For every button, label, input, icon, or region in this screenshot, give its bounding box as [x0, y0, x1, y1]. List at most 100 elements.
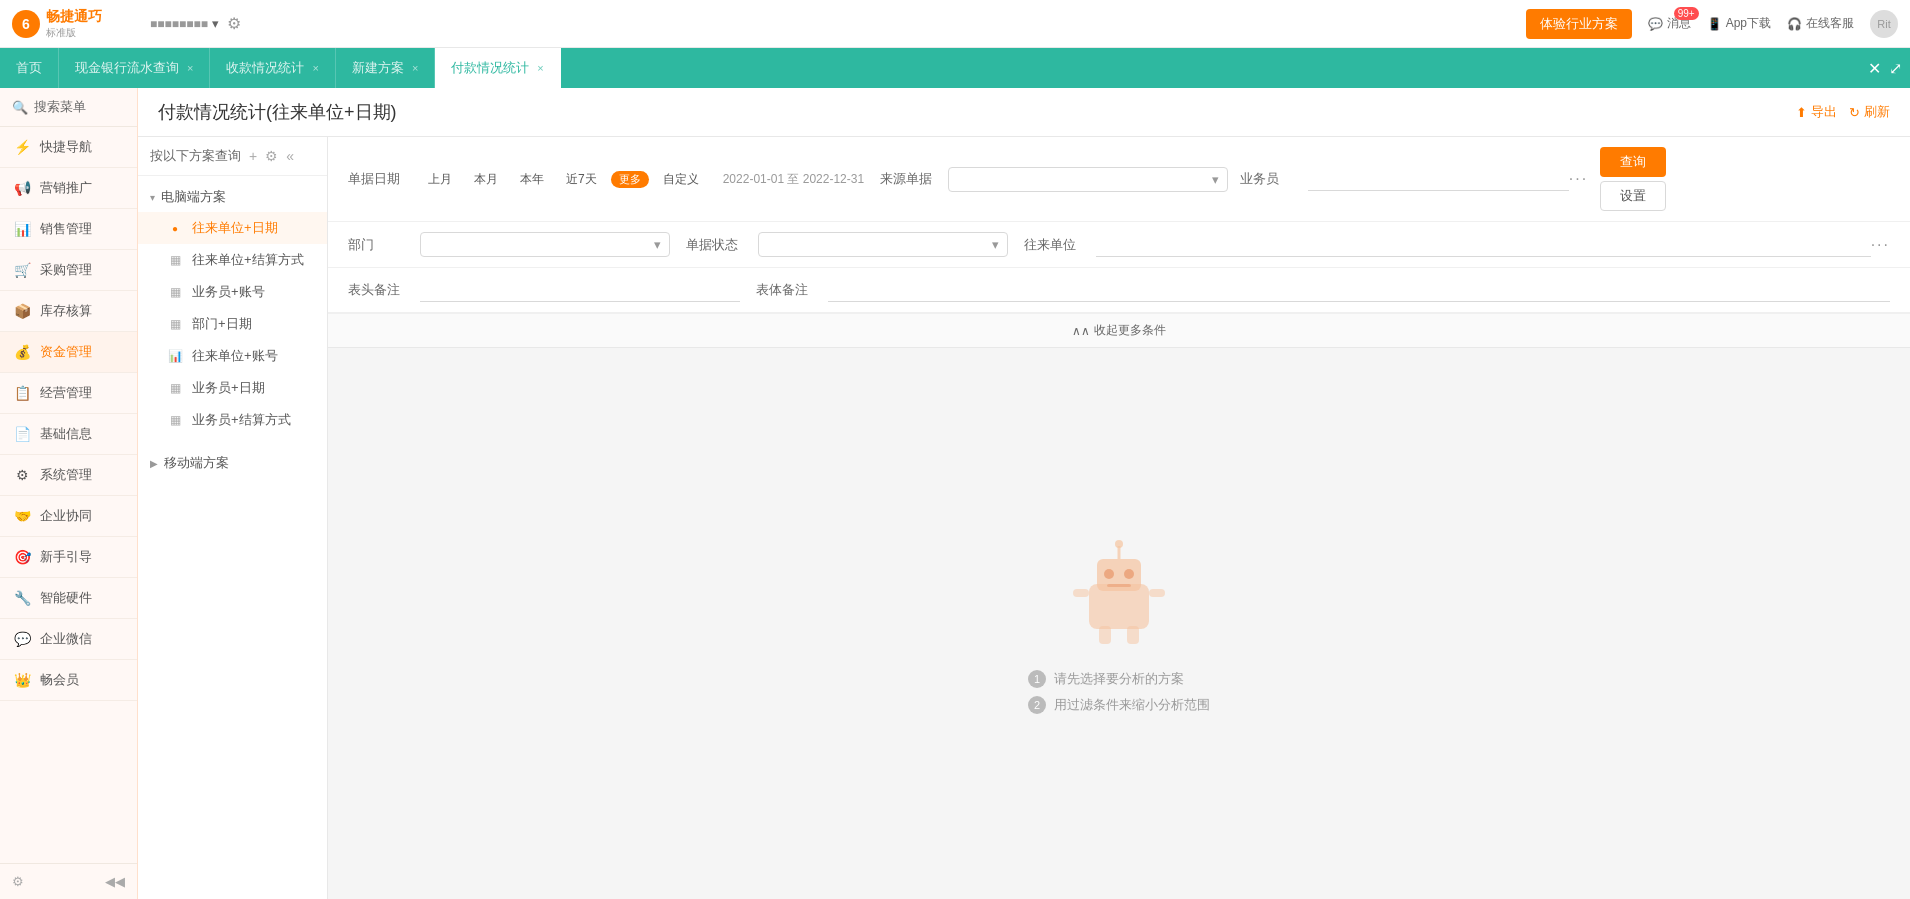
scheme-section-pc-title[interactable]: ▾ 电脑端方案: [138, 182, 327, 212]
collapse-bar[interactable]: ∧∧ 收起更多条件: [328, 313, 1910, 347]
tab-new-scheme[interactable]: 新建方案 ×: [336, 48, 435, 88]
tab-controls: ✕ ⤢: [1860, 59, 1910, 78]
sidebar-item-guide[interactable]: 🎯 新手引导: [0, 537, 137, 578]
inventory-icon: 📦: [12, 301, 32, 321]
member-icon: 👑: [12, 670, 32, 690]
trial-button[interactable]: 体验行业方案: [1526, 9, 1632, 39]
scheme-item-staff-account[interactable]: ▦ 业务员+账号: [138, 276, 327, 308]
sidebar-label-sales: 销售管理: [40, 220, 92, 238]
main-layout: 🔍 搜索菜单 ⚡ 快捷导航 📢 营销推广 📊 销售管理 🛒 采购管理 📦 库存核…: [0, 88, 1910, 899]
tab-home-label: 首页: [16, 59, 42, 77]
date-options: 上月 本月 本年 近7天 更多 自定义: [420, 169, 707, 190]
scheme-item-staff-date[interactable]: ▦ 业务员+日期: [138, 372, 327, 404]
filter-row-3: 表头备注 表体备注: [328, 268, 1910, 313]
date-option-this-month[interactable]: 本月: [466, 169, 506, 190]
scheme-item-dept-date[interactable]: ▦ 部门+日期: [138, 308, 327, 340]
header-note-input[interactable]: [420, 278, 740, 301]
sidebar-item-marketing[interactable]: 📢 营销推广: [0, 168, 137, 209]
tab-new-scheme-close[interactable]: ×: [412, 62, 418, 74]
body-note-input[interactable]: [828, 278, 1890, 301]
scheme-item-partner-account[interactable]: 📊 往来单位+账号: [138, 340, 327, 372]
online-service-item[interactable]: 🎧 在线客服: [1787, 15, 1854, 32]
sidebar-search[interactable]: 🔍 搜索菜单: [0, 88, 137, 127]
tab-payment-stats[interactable]: 付款情况统计 ×: [435, 48, 560, 88]
messages-item[interactable]: 💬 消息 99+: [1648, 15, 1691, 32]
sidebar-item-enterprise[interactable]: 🤝 企业协同: [0, 496, 137, 537]
scheme-item-partner-settle-label: 往来单位+结算方式: [192, 251, 304, 269]
tab-bank-flow[interactable]: 现金银行流水查询 ×: [59, 48, 210, 88]
sidebar-item-operation[interactable]: 📋 经营管理: [0, 373, 137, 414]
basic-info-icon: 📄: [12, 424, 32, 444]
status-select[interactable]: ▾: [758, 232, 1008, 257]
scheme-item-partner-date-label: 往来单位+日期: [192, 219, 278, 237]
date-option-more[interactable]: 更多: [611, 171, 649, 188]
sidebar-label-wechat: 企业微信: [40, 630, 92, 648]
partner-dots-icon[interactable]: ···: [1871, 236, 1890, 254]
chevron-up-icon: ∧∧: [1072, 324, 1090, 338]
sidebar-item-system[interactable]: ⚙ 系统管理: [0, 455, 137, 496]
date-option-custom[interactable]: 自定义: [655, 169, 707, 190]
page-title: 付款情况统计(往来单位+日期): [158, 100, 397, 124]
staff-input[interactable]: [1308, 167, 1569, 191]
dept-select[interactable]: ▾: [420, 232, 670, 257]
sidebar-item-finance[interactable]: 💰 资金管理: [0, 332, 137, 373]
refresh-link[interactable]: ↻ 刷新: [1849, 103, 1890, 121]
sidebar-item-inventory[interactable]: 📦 库存核算: [0, 291, 137, 332]
tab-home[interactable]: 首页: [0, 48, 59, 88]
scheme-item-staff-settle[interactable]: ▦ 业务员+结算方式: [138, 404, 327, 436]
tab-payment-stats-close[interactable]: ×: [537, 62, 543, 74]
partner-label: 往来单位: [1024, 236, 1080, 254]
marketing-icon: 📢: [12, 178, 32, 198]
close-all-icon[interactable]: ✕: [1868, 59, 1881, 78]
scheme-setting-btn[interactable]: ⚙: [265, 148, 278, 164]
sidebar-label-guide: 新手引导: [40, 548, 92, 566]
robot-svg: [1059, 534, 1179, 654]
scheme-item-partner-settle[interactable]: ▦ 往来单位+结算方式: [138, 244, 327, 276]
user-avatar[interactable]: Rit: [1870, 10, 1898, 38]
source-select[interactable]: ▾: [948, 167, 1228, 192]
scheme-grid-icon-3: ▦: [166, 315, 184, 333]
staff-dots-icon[interactable]: ···: [1569, 170, 1588, 188]
setting-button[interactable]: 设置: [1600, 181, 1666, 211]
finance-icon: 💰: [12, 342, 32, 362]
filter-row1-right: 来源单据 ▾ 业务员 ··· 查询: [880, 147, 1890, 211]
app-download-item[interactable]: 📱 App下载: [1707, 15, 1771, 32]
empty-tips: 1 请先选择要分析的方案 2 用过滤条件来缩小分析范围: [1028, 670, 1210, 714]
date-option-last-month[interactable]: 上月: [420, 169, 460, 190]
settings-icon[interactable]: ⚙: [227, 14, 241, 33]
sidebar-item-quick-nav[interactable]: ⚡ 快捷导航: [0, 127, 137, 168]
settings-bottom-icon[interactable]: ⚙: [12, 874, 24, 889]
scheme-collapse-btn[interactable]: «: [286, 148, 294, 164]
tab-payment-stats-label: 付款情况统计: [451, 59, 529, 77]
tab-receipt-stats[interactable]: 收款情况统计 ×: [210, 48, 335, 88]
expand-icon[interactable]: ⤢: [1889, 59, 1902, 78]
svg-rect-4: [1107, 584, 1131, 587]
sidebar-label-member: 畅会员: [40, 671, 79, 689]
purchase-icon: 🛒: [12, 260, 32, 280]
sidebar-item-sales[interactable]: 📊 销售管理: [0, 209, 137, 250]
collapse-sidebar-icon[interactable]: ◀◀: [105, 874, 125, 889]
sales-icon: 📊: [12, 219, 32, 239]
guide-icon: 🎯: [12, 547, 32, 567]
sidebar-item-member[interactable]: 👑 畅会员: [0, 660, 137, 701]
partner-input[interactable]: [1096, 233, 1871, 257]
scheme-item-partner-date[interactable]: ● 往来单位+日期: [138, 212, 327, 244]
download-icon: 📱: [1707, 17, 1722, 31]
sidebar-item-wechat[interactable]: 💬 企业微信: [0, 619, 137, 660]
sidebar-item-purchase[interactable]: 🛒 采购管理: [0, 250, 137, 291]
date-option-this-year[interactable]: 本年: [512, 169, 552, 190]
query-button[interactable]: 查询: [1600, 147, 1666, 177]
date-range-text: 2022-01-01 至 2022-12-31: [723, 171, 864, 188]
sidebar-item-hardware[interactable]: 🔧 智能硬件: [0, 578, 137, 619]
sidebar-item-basic-info[interactable]: 📄 基础信息: [0, 414, 137, 455]
dept-label: 部门: [348, 236, 404, 254]
workspace-selector[interactable]: ■■■■■■■■ ▾: [150, 16, 219, 31]
right-content: 单据日期 上月 本月 本年 近7天 更多 自定义 2022-01-01 至 20…: [328, 137, 1910, 899]
tab-receipt-stats-close[interactable]: ×: [312, 62, 318, 74]
tab-bank-flow-close[interactable]: ×: [187, 62, 193, 74]
date-option-7days[interactable]: 近7天: [558, 169, 605, 190]
export-link[interactable]: ⬆ 导出: [1796, 103, 1837, 121]
scheme-add-btn[interactable]: +: [249, 148, 257, 164]
header-actions: 体验行业方案 💬 消息 99+ 📱 App下载 🎧 在线客服 Rit: [1526, 9, 1898, 39]
scheme-section-mobile-title[interactable]: ▶ 移动端方案: [138, 448, 327, 478]
